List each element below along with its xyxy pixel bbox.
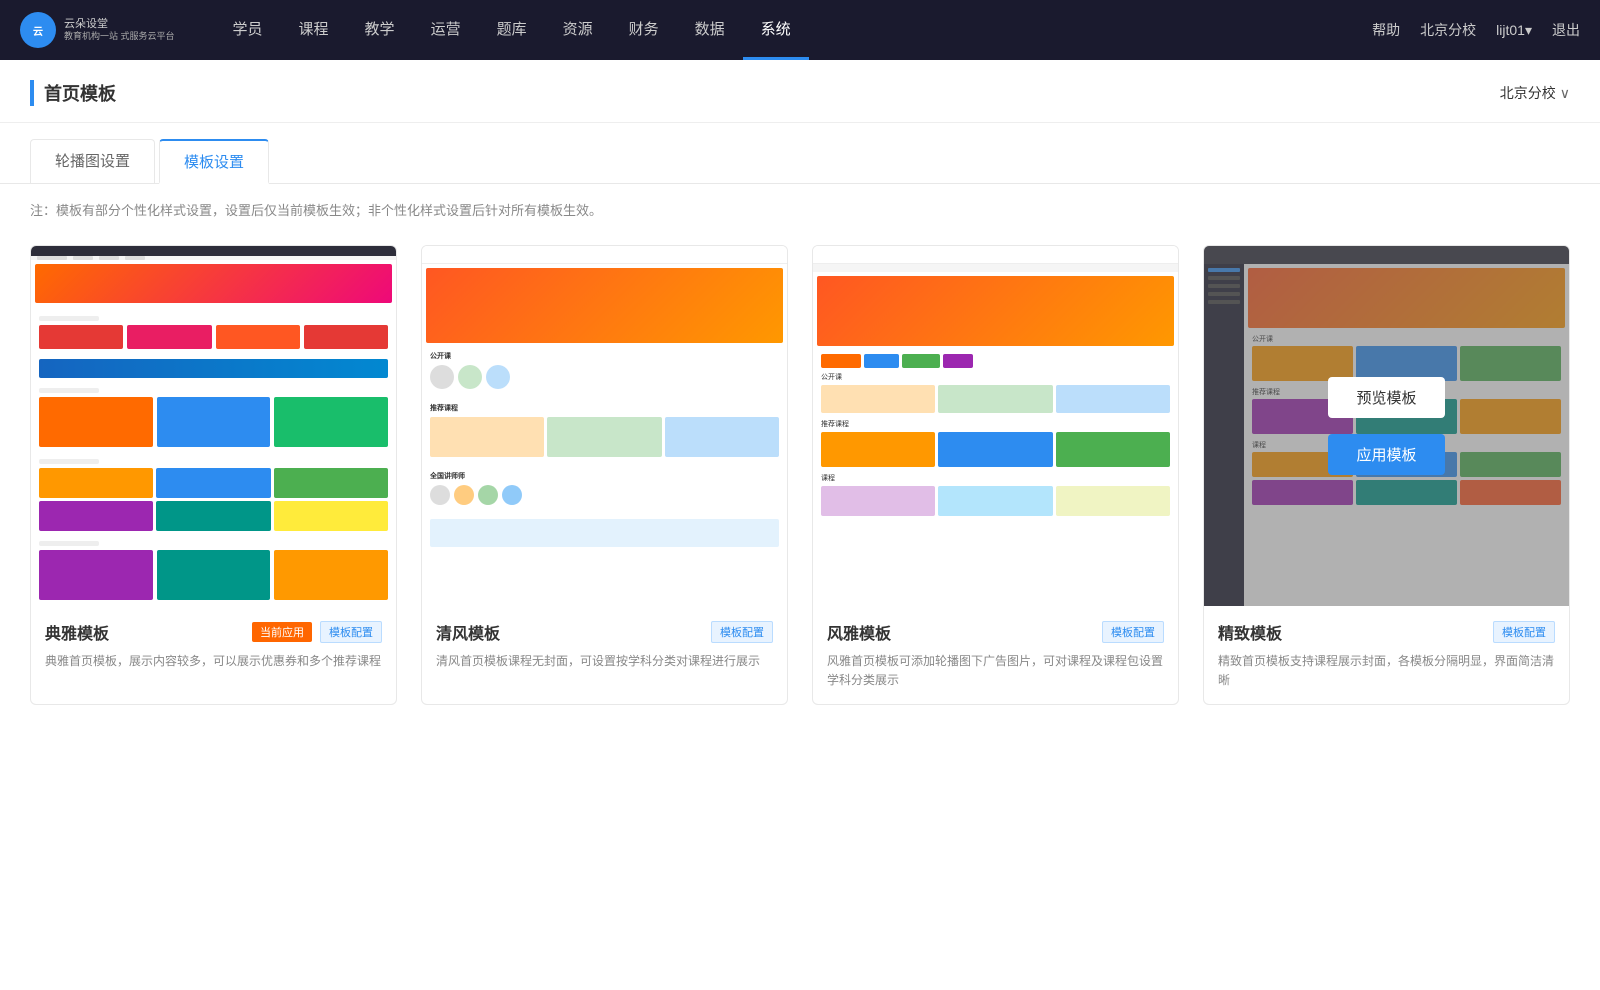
template-preview-elegant[interactable] [31, 246, 396, 606]
template-name-wind: 风雅模板 [827, 620, 891, 644]
config-button-refined[interactable]: 模板配置 [1493, 621, 1555, 643]
top-nav: 云 云朵设堂 教育机构一站 式服务云平台 学员 课程 教学 运营 题库 资源 财… [0, 0, 1600, 60]
nav-item-resources[interactable]: 资源 [545, 0, 611, 60]
logo-text: 云朵设堂 教育机构一站 式服务云平台 [64, 17, 175, 43]
template-card-refined: 公开课 推荐课程 课 [1203, 245, 1570, 705]
nav-item-questions[interactable]: 题库 [479, 0, 545, 60]
badge-current-elegant: 当前应用 [252, 622, 312, 642]
logo-icon: 云 [20, 12, 56, 48]
template-card-light: 公开课 推荐课程 [421, 245, 788, 705]
nav-right: 帮助 北京分校 lijt01▾ 退出 [1372, 20, 1580, 40]
branch-selector[interactable]: 北京分校 ∨ [1500, 83, 1570, 103]
template-info-elegant: 典雅模板 当前应用 模板配置 典雅首页模板，展示内容较多，可以展示优惠券和多个推… [31, 606, 396, 685]
note-bar: 注：模板有部分个性化样式设置，设置后仅当前模板生效；非个性化样式设置后针对所有模… [0, 184, 1600, 235]
branch-link[interactable]: 北京分校 [1420, 20, 1476, 40]
template-info-light: 清风模板 模板配置 清风首页模板课程无封面，可设置按学科分类对课程进行展示 [422, 606, 787, 685]
preview-template-button[interactable]: 预览模板 [1328, 377, 1444, 418]
template-preview-wind[interactable]: 公开课 推荐课程 课程 [813, 246, 1178, 606]
template-name-elegant: 典雅模板 [45, 620, 109, 644]
template-card-wind: 公开课 推荐课程 课程 [812, 245, 1179, 705]
logo: 云 云朵设堂 教育机构一站 式服务云平台 [20, 12, 175, 48]
templates-grid: 典雅模板 当前应用 模板配置 典雅首页模板，展示内容较多，可以展示优惠券和多个推… [0, 235, 1600, 745]
nav-item-course[interactable]: 课程 [281, 0, 347, 60]
chevron-down-icon: ∨ [1560, 85, 1570, 102]
apply-template-button[interactable]: 应用模板 [1328, 434, 1444, 475]
nav-item-student[interactable]: 学员 [215, 0, 281, 60]
page-title: 首页模板 [30, 80, 116, 106]
template-desc-refined: 精致首页模板支持课程展示封面，各模板分隔明显，界面简洁清晰 [1218, 652, 1555, 690]
template-desc-elegant: 典雅首页模板，展示内容较多，可以展示优惠券和多个推荐课程 [45, 652, 382, 671]
page-container: 首页模板 北京分校 ∨ 轮播图设置 模板设置 注：模板有部分个性化样式设置，设置… [0, 60, 1600, 990]
user-menu[interactable]: lijt01▾ [1496, 22, 1532, 39]
template-name-refined: 精致模板 [1218, 620, 1282, 644]
tab-carousel[interactable]: 轮播图设置 [30, 139, 155, 183]
config-button-wind[interactable]: 模板配置 [1102, 621, 1164, 643]
config-button-light[interactable]: 模板配置 [711, 621, 773, 643]
nav-item-ops[interactable]: 运营 [413, 0, 479, 60]
nav-item-system[interactable]: 系统 [743, 0, 809, 60]
help-link[interactable]: 帮助 [1372, 20, 1400, 40]
nav-items: 学员 课程 教学 运营 题库 资源 财务 数据 系统 [215, 0, 1373, 60]
page-header: 首页模板 北京分校 ∨ [0, 60, 1600, 123]
template-name-light: 清风模板 [436, 620, 500, 644]
note-text: 注：模板有部分个性化样式设置，设置后仅当前模板生效；非个性化样式设置后针对所有模… [30, 203, 602, 218]
template-overlay-refined: 预览模板 应用模板 [1204, 246, 1569, 606]
template-desc-light: 清风首页模板课程无封面，可设置按学科分类对课程进行展示 [436, 652, 773, 671]
template-card-elegant: 典雅模板 当前应用 模板配置 典雅首页模板，展示内容较多，可以展示优惠券和多个推… [30, 245, 397, 705]
tab-bar: 轮播图设置 模板设置 [0, 123, 1600, 184]
nav-item-teach[interactable]: 教学 [347, 0, 413, 60]
template-info-refined: 精致模板 模板配置 精致首页模板支持课程展示封面，各模板分隔明显，界面简洁清晰 [1204, 606, 1569, 704]
template-preview-light[interactable]: 公开课 推荐课程 [422, 246, 787, 606]
config-button-elegant[interactable]: 模板配置 [320, 621, 382, 643]
template-desc-wind: 风雅首页模板可添加轮播图下广告图片，可对课程及课程包设置学科分类展示 [827, 652, 1164, 690]
nav-item-finance[interactable]: 财务 [611, 0, 677, 60]
template-info-wind: 风雅模板 模板配置 风雅首页模板可添加轮播图下广告图片，可对课程及课程包设置学科… [813, 606, 1178, 704]
nav-item-data[interactable]: 数据 [677, 0, 743, 60]
template-preview-refined[interactable]: 公开课 推荐课程 课 [1204, 246, 1569, 606]
tab-template[interactable]: 模板设置 [159, 139, 269, 184]
logout-button[interactable]: 退出 [1552, 20, 1580, 40]
